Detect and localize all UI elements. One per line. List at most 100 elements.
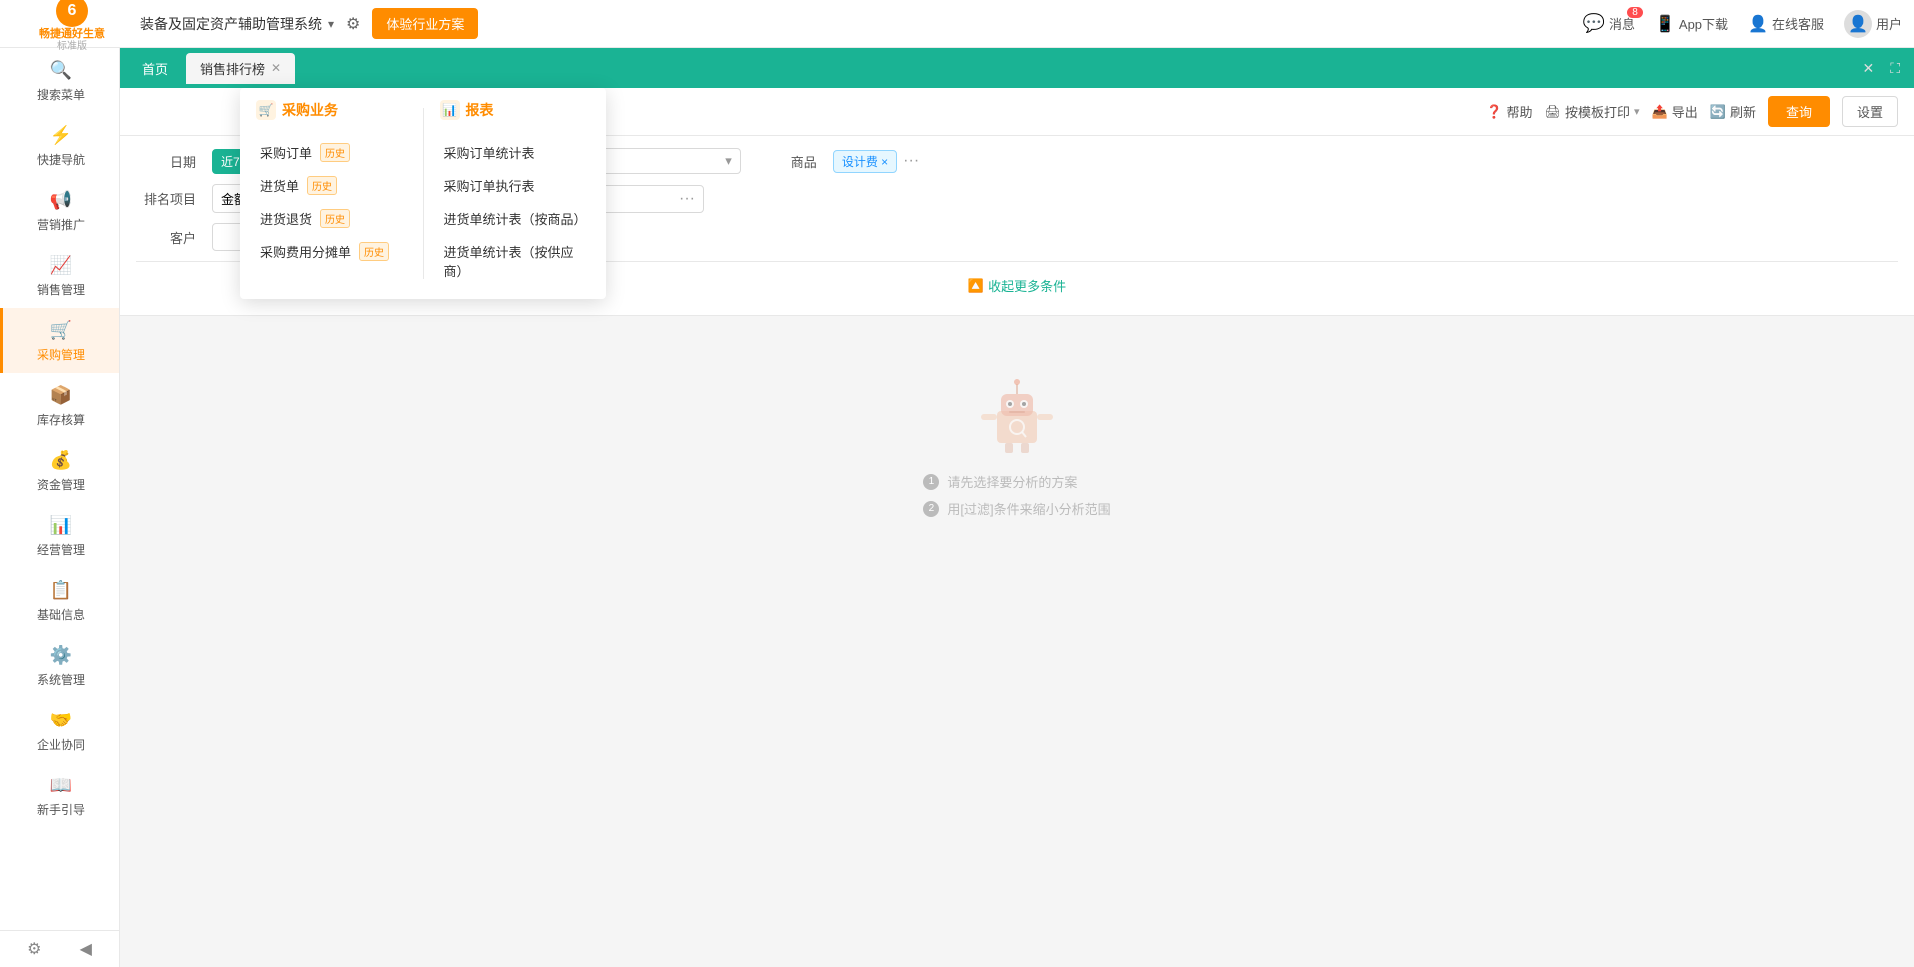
sidebar-item-inventory[interactable]: 📦 库存核算 xyxy=(0,373,119,438)
sidebar-item-enterprise[interactable]: 🤝 企业协同 xyxy=(0,698,119,763)
sidebar-item-system[interactable]: ⚙️ 系统管理 xyxy=(0,633,119,698)
dropdown-item-purchase-order-stats[interactable]: 采购订单统计表 xyxy=(440,136,591,169)
logo-area: 6 畅捷通好生意 标准版 xyxy=(12,0,132,52)
help-label: 帮助 xyxy=(1506,102,1532,121)
goods-return-label: 进货退货 xyxy=(260,209,312,228)
empty-hint-1: 1 请先选择要分析的方案 xyxy=(923,472,1077,491)
reports-col-title-label: 报表 xyxy=(466,100,494,120)
dropdown-item-goods-return[interactable]: 进货退货 历史 xyxy=(256,202,407,235)
purchase-expense-label: 采购费用分摊单 xyxy=(260,242,351,261)
goods-more-btn[interactable]: ··· xyxy=(903,152,919,170)
reports-col-icon: 📊 xyxy=(440,100,460,120)
purchase-expense-history-badge: 历史 xyxy=(359,242,389,261)
sales-icon: 📈 xyxy=(49,253,73,277)
sidebar-item-purchase[interactable]: 🛒 采购管理 xyxy=(0,308,119,373)
tab-close-btn[interactable]: ✕ xyxy=(271,61,281,75)
online-service-label: 在线客服 xyxy=(1772,14,1824,33)
empty-hint-2: 2 用[过滤]条件来缩小分析范围 xyxy=(923,499,1110,518)
salesperson-more[interactable]: ··· xyxy=(679,190,695,208)
export-label: 导出 xyxy=(1672,102,1698,121)
dropdown-item-goods-in[interactable]: 进货单 历史 xyxy=(256,169,407,202)
dropdown-item-goods-in-stats-supplier[interactable]: 进货单统计表（按供应商） xyxy=(440,235,591,287)
search-icon: 🔍 xyxy=(49,58,73,82)
tab-home[interactable]: 首页 xyxy=(128,53,182,84)
sidebar-item-finance[interactable]: 💰 资金管理 xyxy=(0,438,119,503)
dropdown-col-reports-title: 📊 报表 xyxy=(440,100,591,126)
sidebar-item-inventory-label: 库存核算 xyxy=(37,411,85,428)
sidebar-item-search-label: 搜索菜单 xyxy=(37,86,85,103)
hint-2-icon: 2 xyxy=(923,501,939,517)
dropdown-item-purchase-order[interactable]: 采购订单 历史 xyxy=(256,136,407,169)
sidebar-item-operations[interactable]: 📊 经营管理 xyxy=(0,503,119,568)
tab-sales-rank[interactable]: 销售排行榜 ✕ xyxy=(186,53,295,84)
tab-bar: 首页 销售排行榜 ✕ ✕ ⛶ xyxy=(120,48,1914,88)
print-btn[interactable]: 🖨 按模板打印 ▾ xyxy=(1545,102,1640,121)
print-icon: 🖨 xyxy=(1545,104,1562,120)
sidebar-item-basic-info[interactable]: 📋 基础信息 xyxy=(0,568,119,633)
sidebar-item-marketing[interactable]: 📢 营销推广 xyxy=(0,178,119,243)
system-dropdown-btn[interactable]: ▾ xyxy=(328,17,334,31)
sidebar-item-search[interactable]: 🔍 搜索菜单 xyxy=(0,48,119,113)
header-settings-icon[interactable]: ⚙ xyxy=(346,14,360,34)
refresh-label: 刷新 xyxy=(1730,102,1756,121)
marketing-icon: 📢 xyxy=(49,188,73,212)
finance-icon: 💰 xyxy=(49,448,73,472)
sidebar-item-guide[interactable]: 📖 新手引导 xyxy=(0,763,119,828)
export-btn[interactable]: 📤 导出 xyxy=(1652,102,1698,121)
empty-illustration xyxy=(967,376,1067,456)
help-icon: ❓ xyxy=(1486,104,1502,120)
sidebar-bottom: ⚙ ◀ xyxy=(0,930,119,967)
goods-label: 商品 xyxy=(757,152,817,171)
collapse-label: 收起更多条件 xyxy=(988,276,1066,295)
help-btn[interactable]: ❓ 帮助 xyxy=(1486,102,1532,121)
date-filter-label: 日期 xyxy=(136,152,196,171)
sidebar-collapse-btn[interactable]: ◀ xyxy=(80,939,92,959)
dropdown-item-purchase-order-exec[interactable]: 采购订单执行表 xyxy=(440,169,591,202)
goods-tag-design[interactable]: 设计费 × xyxy=(833,150,897,173)
dropdown-cols: 🛒 采购业务 采购订单 历史 进货单 历史 进货退货 历史 xyxy=(240,100,606,287)
system-title: 装备及固定资产辅助管理系统 xyxy=(140,14,322,34)
user-item[interactable]: 👤 用户 xyxy=(1844,10,1902,38)
dropdown-col-purchase: 🛒 采购业务 采购订单 历史 进货单 历史 进货退货 历史 xyxy=(240,100,423,287)
main-layout: 🔍 搜索菜单 ⚡ 快捷导航 📢 营销推广 📈 销售管理 🛒 采购管理 📦 库存核… xyxy=(0,48,1914,967)
goods-in-stats-supplier-label: 进货单统计表（按供应商） xyxy=(444,242,587,280)
sidebar-item-marketing-label: 营销推广 xyxy=(37,216,85,233)
query-btn[interactable]: 查询 xyxy=(1768,96,1830,127)
purchase-col-icon: 🛒 xyxy=(256,100,276,120)
sidebar-item-purchase-label: 采购管理 xyxy=(37,346,85,363)
tab-sales-rank-label: 销售排行榜 xyxy=(200,59,265,78)
app-download-item[interactable]: 📱 App下载 xyxy=(1655,14,1728,34)
sidebar-item-sales-label: 销售管理 xyxy=(37,281,85,298)
sidebar-item-guide-label: 新手引导 xyxy=(37,801,85,818)
sidebar-item-sales[interactable]: 📈 销售管理 xyxy=(0,243,119,308)
refresh-btn[interactable]: 🔄 刷新 xyxy=(1710,102,1756,121)
purchase-icon: 🛒 xyxy=(49,318,73,342)
operations-icon: 📊 xyxy=(49,513,73,537)
app-download-label: App下载 xyxy=(1679,14,1728,33)
content-area: 首页 销售排行榜 ✕ ✕ ⛶ ❓ 帮助 🖨 按模板打印 xyxy=(120,48,1914,967)
sidebar-item-quick-nav[interactable]: ⚡ 快捷导航 xyxy=(0,113,119,178)
dropdown-menu: 🛒 采购业务 采购订单 历史 进货单 历史 进货退货 历史 xyxy=(240,88,606,299)
user-avatar: 👤 xyxy=(1844,10,1872,38)
industry-btn[interactable]: 体验行业方案 xyxy=(372,8,478,39)
collapse-up-icon: 🔼 xyxy=(968,278,984,294)
top-header: 6 畅捷通好生意 标准版 装备及固定资产辅助管理系统 ▾ ⚙ 体验行业方案 💬 … xyxy=(0,0,1914,48)
close-window-btn[interactable]: ✕ xyxy=(1856,58,1880,79)
fullscreen-btn[interactable]: ⛶ xyxy=(1884,58,1906,79)
dropdown-col-reports: 📊 报表 采购订单统计表 采购订单执行表 进货单统计表（按商品） 进货单统计表（… xyxy=(424,100,607,287)
purchase-order-history-badge: 历史 xyxy=(320,143,350,162)
notification-item[interactable]: 💬 消息 8 xyxy=(1583,13,1635,34)
sidebar-settings-btn[interactable]: ⚙ xyxy=(27,939,41,959)
print-dropdown-icon[interactable]: ▾ xyxy=(1634,105,1640,118)
sidebar: 🔍 搜索菜单 ⚡ 快捷导航 📢 营销推广 📈 销售管理 🛒 采购管理 📦 库存核… xyxy=(0,48,120,967)
goods-filter-area: 设计费 × ··· xyxy=(833,150,919,173)
dropdown-item-goods-in-stats-goods[interactable]: 进货单统计表（按商品） xyxy=(440,202,591,235)
notification-badge: 8 xyxy=(1627,7,1643,18)
purchase-order-exec-label: 采购订单执行表 xyxy=(444,176,535,195)
refresh-icon: 🔄 xyxy=(1710,104,1726,120)
logo-sub: 标准版 xyxy=(57,41,87,52)
online-service-item[interactable]: 👤 在线客服 xyxy=(1748,14,1824,34)
settings-btn[interactable]: 设置 xyxy=(1842,96,1898,127)
goods-return-history-badge: 历史 xyxy=(320,209,350,228)
dropdown-item-purchase-expense[interactable]: 采购费用分摊单 历史 xyxy=(256,235,407,268)
